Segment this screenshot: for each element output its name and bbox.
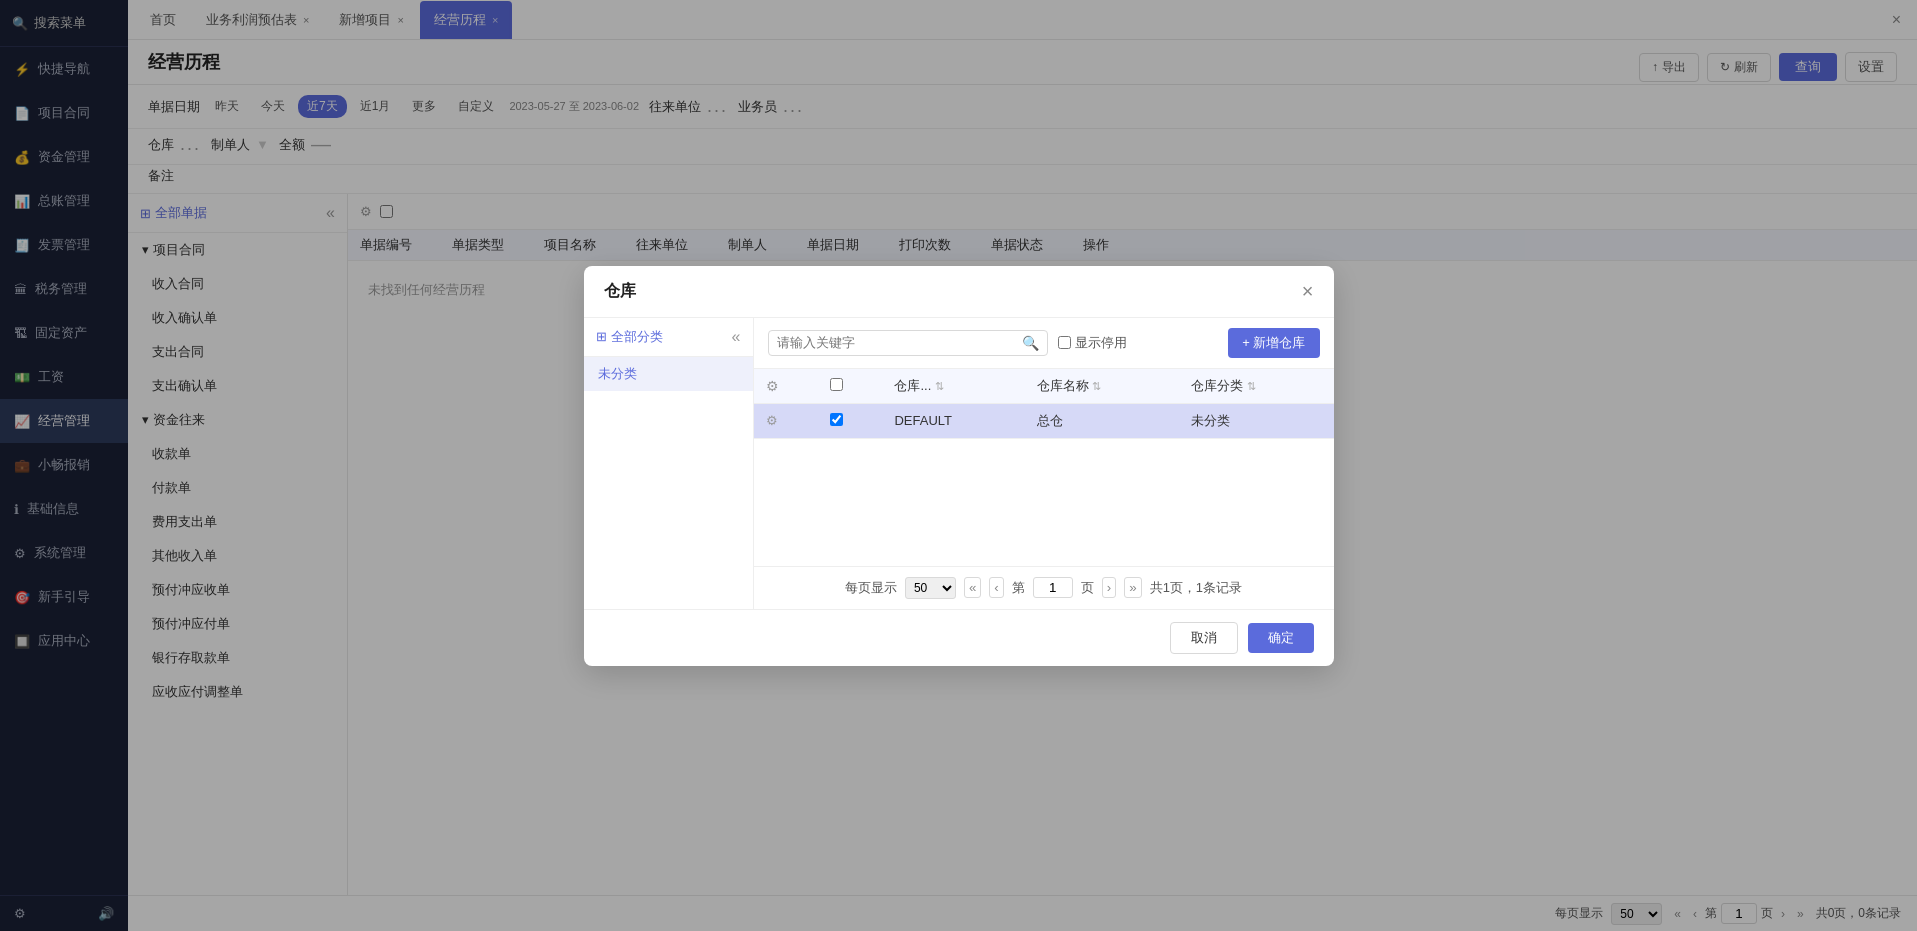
pag-per-page-select[interactable]: 50 10 20 100 bbox=[905, 577, 956, 599]
show-disabled-input[interactable] bbox=[1058, 336, 1071, 349]
modal-pagination: 每页显示 50 10 20 100 « ‹ 第 页 › » 共1页，1条记录 bbox=[754, 566, 1334, 609]
pag-per-page-label: 每页显示 bbox=[845, 579, 897, 597]
modal-header: 仓库 × bbox=[584, 266, 1334, 318]
category-item-unclassified[interactable]: 未分类 bbox=[584, 357, 753, 391]
warehouse-search-input[interactable] bbox=[777, 335, 1022, 350]
category-title: ⊞ 全部分类 bbox=[596, 328, 663, 346]
cancel-button[interactable]: 取消 bbox=[1170, 622, 1238, 654]
sort-icon-name: ⇅ bbox=[1092, 380, 1101, 392]
pag-page-label: 第 bbox=[1012, 579, 1025, 597]
modal-table-scroll: ⚙ 仓库... ⇅ 仓库名称 ⇅ 仓库分类 bbox=[754, 369, 1334, 566]
row-checkbox[interactable] bbox=[830, 413, 843, 426]
col-warehouse-category: 仓库分类 bbox=[1191, 378, 1243, 393]
pag-last-button[interactable]: » bbox=[1124, 577, 1141, 598]
show-disabled-checkbox[interactable]: 显示停用 bbox=[1058, 334, 1127, 352]
search-input-wrap: 🔍 bbox=[768, 330, 1048, 356]
category-header: ⊞ 全部分类 « bbox=[584, 318, 753, 357]
category-panel: ⊞ 全部分类 « 未分类 bbox=[584, 318, 754, 609]
add-warehouse-button[interactable]: + 新增仓库 bbox=[1228, 328, 1319, 358]
row-category: 未分类 bbox=[1179, 403, 1333, 438]
modal-title: 仓库 bbox=[604, 281, 636, 302]
table-row[interactable]: ⚙ DEFAULT 总仓 未分类 bbox=[754, 403, 1334, 438]
modal-body: ⊞ 全部分类 « 未分类 🔍 显示停用 + 新增仓库 bbox=[584, 318, 1334, 609]
pag-prev-button[interactable]: ‹ bbox=[989, 577, 1003, 598]
confirm-button[interactable]: 确定 bbox=[1248, 623, 1314, 653]
row-settings-icon[interactable]: ⚙ bbox=[766, 413, 778, 428]
col-warehouse-code: 仓库... bbox=[894, 378, 931, 393]
table-select-all-checkbox[interactable] bbox=[830, 378, 843, 391]
col-warehouse-name: 仓库名称 bbox=[1037, 378, 1089, 393]
modal-close-button[interactable]: × bbox=[1302, 280, 1314, 303]
pag-page-input[interactable] bbox=[1033, 577, 1073, 598]
sort-icon: ⇅ bbox=[935, 380, 944, 392]
category-grid-icon: ⊞ bbox=[596, 329, 607, 344]
pag-first-button[interactable]: « bbox=[964, 577, 981, 598]
category-collapse-button[interactable]: « bbox=[732, 328, 741, 346]
table-col-settings-icon[interactable]: ⚙ bbox=[766, 378, 779, 394]
pag-next-button[interactable]: › bbox=[1102, 577, 1116, 598]
warehouse-table: ⚙ 仓库... ⇅ 仓库名称 ⇅ 仓库分类 bbox=[754, 369, 1334, 439]
search-icon: 🔍 bbox=[1022, 335, 1039, 351]
pag-page-suffix: 页 bbox=[1081, 579, 1094, 597]
pag-total-label: 共1页，1条记录 bbox=[1150, 579, 1242, 597]
modal-content-panel: 🔍 显示停用 + 新增仓库 ⚙ 仓库... bbox=[754, 318, 1334, 609]
row-code: DEFAULT bbox=[882, 403, 1024, 438]
warehouse-modal: 仓库 × ⊞ 全部分类 « 未分类 🔍 bbox=[584, 266, 1334, 666]
sort-icon-cat: ⇅ bbox=[1247, 380, 1256, 392]
row-name: 总仓 bbox=[1025, 403, 1179, 438]
modal-search-bar: 🔍 显示停用 + 新增仓库 bbox=[754, 318, 1334, 369]
modal-footer: 取消 确定 bbox=[584, 609, 1334, 666]
